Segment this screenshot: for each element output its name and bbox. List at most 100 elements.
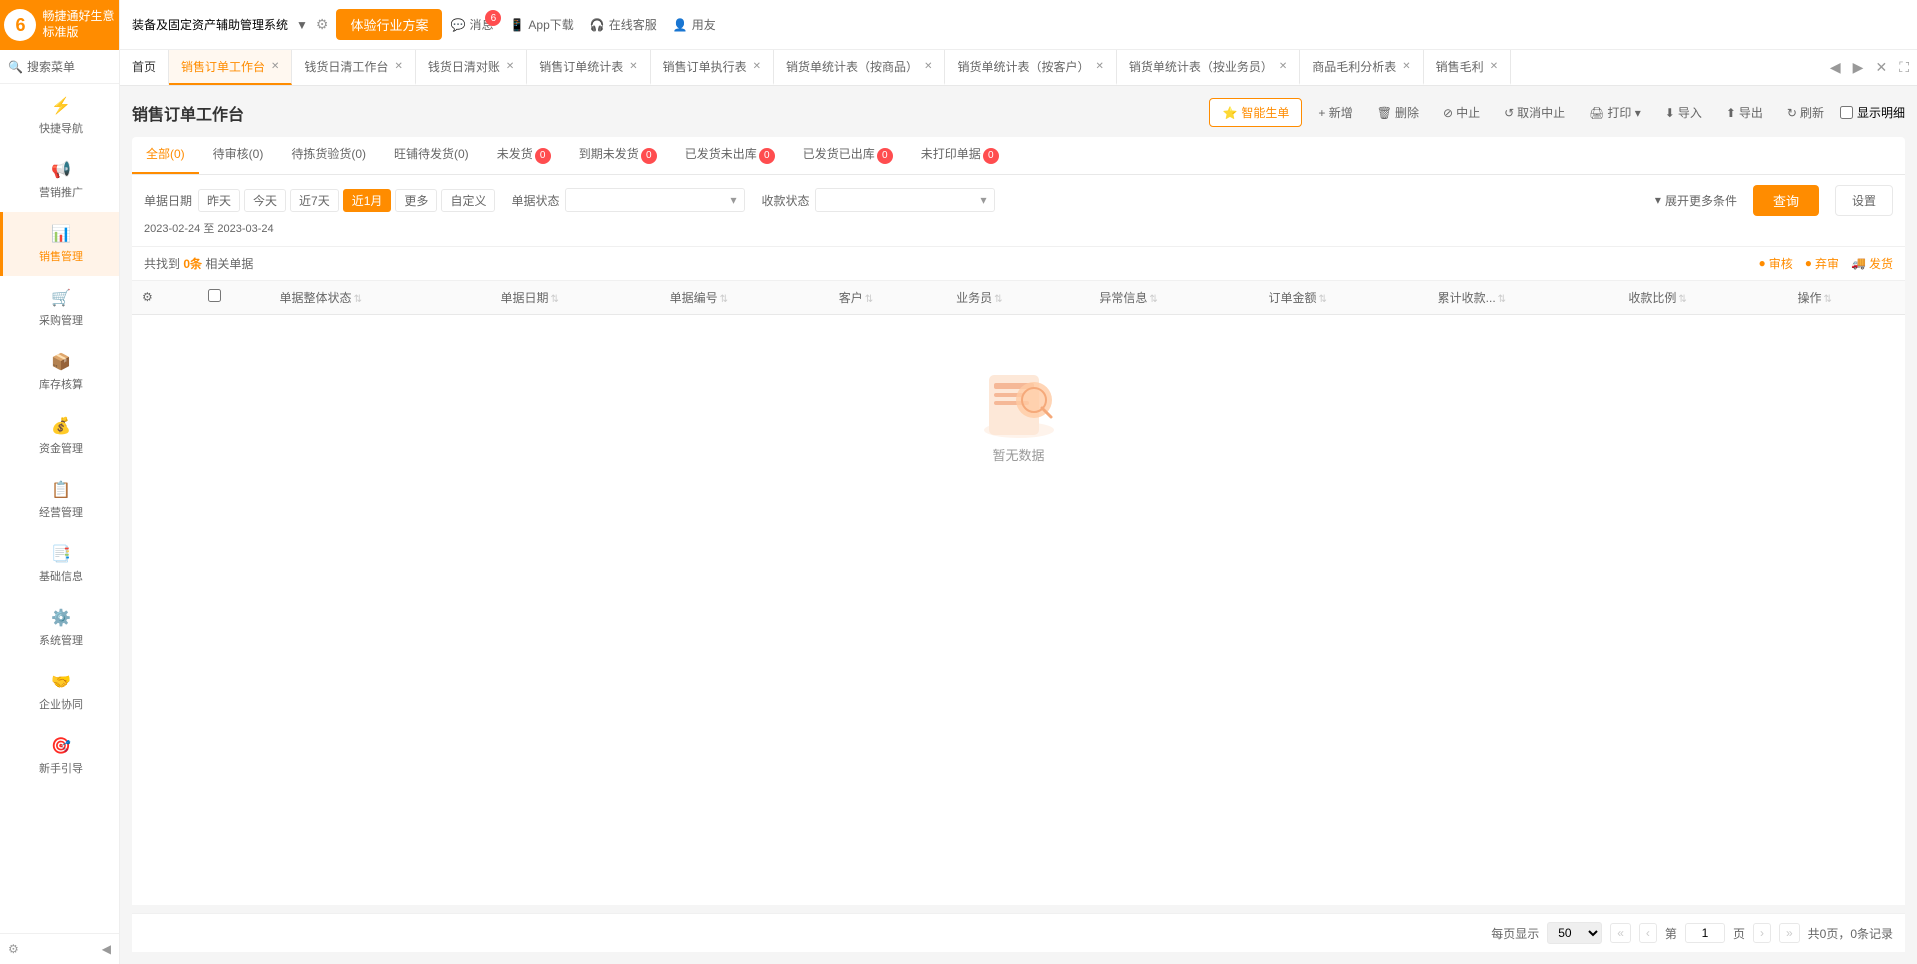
sub-tab-all[interactable]: 全部(0) [132, 137, 199, 174]
user-button[interactable]: 👤 用友 [673, 16, 716, 33]
refresh-button[interactable]: ↻ 刷新 [1779, 99, 1832, 126]
tab-cash-daily[interactable]: 钱货日清工作台✕ [292, 50, 415, 85]
tabs-close-all-button[interactable]: ✕ [1871, 57, 1891, 78]
query-button[interactable]: 查询 [1753, 185, 1819, 216]
collapse-icon[interactable]: ◀ [102, 942, 111, 956]
date-btn-today[interactable]: 今天 [244, 189, 286, 212]
print-button[interactable]: 🖨 打印 ▾ [1581, 99, 1649, 126]
status-select[interactable]: ▾ [565, 188, 745, 212]
add-button[interactable]: + 新增 [1310, 99, 1360, 126]
horizontal-scrollbar[interactable] [132, 905, 1905, 913]
tab-close-sales-by-staff[interactable]: ✕ [1279, 61, 1287, 72]
tab-home[interactable]: 首页 [120, 50, 169, 85]
col-header-check[interactable] [198, 281, 269, 315]
module-dropdown[interactable]: ▼ [296, 18, 308, 32]
sub-tab-wangpu-ship[interactable]: 旺铺待发货(0) [380, 137, 483, 174]
sort-icon-actions[interactable]: ⇅ [1824, 294, 1832, 305]
sidebar-item-guide[interactable]: 🎯 新手引导 [0, 724, 119, 788]
tab-close-gross-profit[interactable]: ✕ [1402, 61, 1410, 72]
tab-close-cash-daily[interactable]: ✕ [394, 61, 402, 72]
show-detail-toggle[interactable]: 显示明细 [1840, 104, 1905, 121]
sidebar-item-finance[interactable]: 💰 资金管理 [0, 404, 119, 468]
import-button[interactable]: ⬇ 导入 [1657, 99, 1710, 126]
tab-close-sales-by-goods[interactable]: ✕ [924, 61, 932, 72]
sub-tab-shipped-not-out[interactable]: 已发货未出库0 [671, 137, 789, 174]
page-input[interactable] [1685, 923, 1725, 943]
next-page-button[interactable]: › [1753, 923, 1771, 943]
tab-close-sales-stats[interactable]: ✕ [629, 61, 637, 72]
ship-action-button[interactable]: 🚚 发货 [1851, 255, 1893, 272]
tab-sales-by-customer[interactable]: 销货单统计表（按客户）✕ [945, 50, 1116, 85]
sidebar-item-purchase[interactable]: 🛒 采购管理 [0, 276, 119, 340]
date-btn-custom[interactable]: 自定义 [441, 189, 495, 212]
tabs-forward-button[interactable]: ▶ [1849, 57, 1868, 78]
sub-tab-not-shipped[interactable]: 未发货0 [483, 137, 565, 174]
tab-close-sales-exec[interactable]: ✕ [753, 61, 761, 72]
export-button[interactable]: ⬆ 导出 [1718, 99, 1771, 126]
sort-icon-exception[interactable]: ⇅ [1149, 294, 1157, 305]
settings-button[interactable]: 设置 [1835, 185, 1893, 216]
sub-tab-pending-review[interactable]: 待审核(0) [199, 137, 278, 174]
sort-icon-collected[interactable]: ⇅ [1498, 294, 1506, 305]
sidebar-search[interactable]: 🔍 搜索菜单 [0, 50, 119, 84]
sort-icon-number[interactable]: ⇅ [720, 294, 728, 305]
prev-page-button[interactable]: ‹ [1639, 923, 1657, 943]
tab-close-sales-workbench[interactable]: ✕ [271, 61, 279, 72]
sub-tab-overdue-not-shipped[interactable]: 到期未发货0 [565, 137, 671, 174]
sidebar-item-quick-nav[interactable]: ⚡ 快捷导航 [0, 84, 119, 148]
tab-sales-stats[interactable]: 销售订单统计表✕ [527, 50, 650, 85]
solution-button[interactable]: 体验行业方案 [336, 9, 442, 40]
cancel-stop-button[interactable]: ↺ 取消中止 [1496, 99, 1573, 126]
select-all-checkbox[interactable] [208, 289, 221, 302]
sort-icon-customer[interactable]: ⇅ [865, 294, 873, 305]
tab-sales-by-goods[interactable]: 销货单统计表（按商品）✕ [774, 50, 945, 85]
gear-icon[interactable]: ⚙ [316, 16, 329, 33]
review-action-button[interactable]: ● 审核 [1759, 255, 1793, 272]
tab-close-cash-reconcile[interactable]: ✕ [506, 61, 514, 72]
cancel-review-button[interactable]: ● 弃审 [1805, 255, 1839, 272]
sidebar-item-basic-info[interactable]: 📑 基础信息 [0, 532, 119, 596]
tab-gross-profit[interactable]: 商品毛利分析表✕ [1300, 50, 1423, 85]
sidebar-item-enterprise[interactable]: 🤝 企业协同 [0, 660, 119, 724]
sidebar-item-sales[interactable]: 📊 销售管理 [0, 212, 119, 276]
first-page-button[interactable]: « [1610, 923, 1631, 943]
online-service-button[interactable]: 🎧 在线客服 [590, 16, 657, 33]
delete-button[interactable]: 🗑 删除 [1369, 99, 1427, 126]
app-download-button[interactable]: 📱 App下载 [509, 16, 573, 33]
expand-filter-button[interactable]: ▾ 展开更多条件 [1655, 192, 1737, 209]
tab-cash-reconcile[interactable]: 钱货日清对账✕ [416, 50, 527, 85]
sub-tab-pending-inspect[interactable]: 待拣货验货(0) [277, 137, 380, 174]
date-btn-yesterday[interactable]: 昨天 [198, 189, 240, 212]
sort-icon-amount[interactable]: ⇅ [1319, 294, 1327, 305]
col-header-settings[interactable]: ⚙ [132, 281, 198, 315]
table-scroll[interactable]: ⚙单据整体状态⇅单据日期⇅单据编号⇅客户⇅业务员⇅异常信息⇅订单金额⇅累计收款.… [132, 281, 1905, 906]
sidebar-item-inventory[interactable]: 📦 库存核算 [0, 340, 119, 404]
sort-icon-ratio[interactable]: ⇅ [1678, 294, 1686, 305]
sort-icon-date[interactable]: ⇅ [550, 294, 558, 305]
last-page-button[interactable]: » [1779, 923, 1800, 943]
tab-close-sales-by-customer[interactable]: ✕ [1095, 61, 1103, 72]
smart-order-button[interactable]: ⭐ 智能生单 [1209, 98, 1302, 127]
date-btn-more[interactable]: 更多 [395, 189, 437, 212]
sort-icon-staff[interactable]: ⇅ [994, 294, 1002, 305]
tab-sales-exec[interactable]: 销售订单执行表✕ [651, 50, 774, 85]
sidebar-item-operations[interactable]: 📋 经营管理 [0, 468, 119, 532]
tabs-expand-button[interactable]: ⛶ [1895, 57, 1913, 78]
sub-tab-not-printed[interactable]: 未打印单据0 [907, 137, 1013, 174]
tab-sales-workbench[interactable]: 销售订单工作台✕ [169, 50, 292, 85]
stop-button[interactable]: ⊘ 中止 [1435, 99, 1488, 126]
tab-close-sales-margin[interactable]: ✕ [1490, 61, 1498, 72]
messages-button[interactable]: 💬 消息 6 [450, 16, 493, 33]
col-settings-icon[interactable]: ⚙ [142, 290, 153, 304]
sidebar-item-system[interactable]: ⚙️ 系统管理 [0, 596, 119, 660]
tab-sales-margin[interactable]: 销售毛利✕ [1424, 50, 1511, 85]
show-detail-checkbox[interactable] [1840, 106, 1853, 119]
sort-icon-status[interactable]: ⇅ [354, 294, 362, 305]
tab-sales-by-staff[interactable]: 销货单统计表（按业务员）✕ [1117, 50, 1300, 85]
tabs-back-button[interactable]: ◀ [1826, 57, 1845, 78]
date-btn-last1m[interactable]: 近1月 [343, 189, 392, 212]
sidebar-item-marketing[interactable]: 📢 营销推广 [0, 148, 119, 212]
date-btn-last7[interactable]: 近7天 [290, 189, 339, 212]
payment-select[interactable]: ▾ [815, 188, 995, 212]
settings-icon[interactable]: ⚙ [8, 942, 19, 956]
